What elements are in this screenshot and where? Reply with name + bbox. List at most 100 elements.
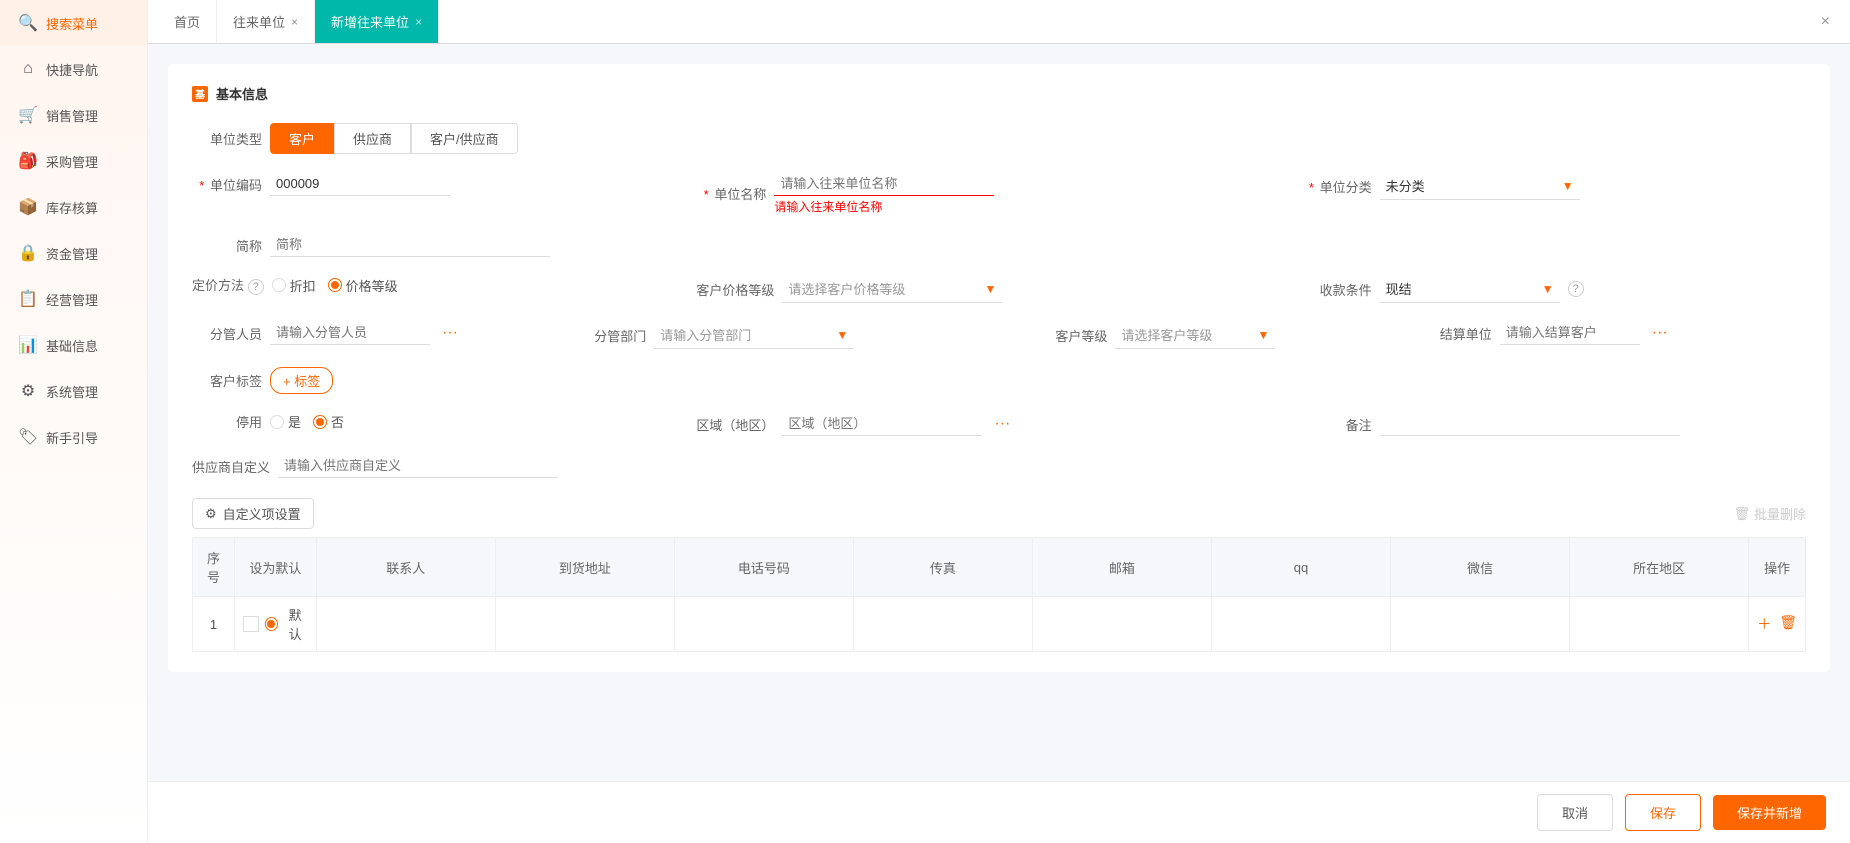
supplier-custom-input[interactable] (278, 454, 558, 478)
qq-input[interactable] (1220, 617, 1382, 632)
unit-code-label: * 单位编码 (192, 175, 262, 194)
pricing-radio-discount[interactable]: 折扣 (272, 276, 316, 295)
sidebar-item-stock[interactable]: 📦 库存核算 (0, 184, 147, 230)
settlement-input[interactable] (1500, 321, 1640, 345)
unit-name-input-group: 请输入往来单位名称 (774, 172, 994, 215)
row-region-input[interactable] (1578, 617, 1740, 632)
disable-radio-yes[interactable]: 是 (270, 412, 301, 431)
customer-level-select[interactable]: 请选择客户等级 ▼ (1115, 321, 1275, 349)
address-input[interactable] (504, 617, 666, 632)
supervisor-more-btn[interactable]: ··· (438, 324, 462, 342)
pricing-label: 定价方法 ? (192, 275, 264, 295)
default-checkbox[interactable] (243, 616, 259, 632)
settings-icon: ⚙ (205, 506, 217, 522)
remark-input[interactable] (1380, 412, 1680, 436)
default-radio[interactable]: 默认 (265, 605, 308, 643)
cell-fax[interactable] (853, 597, 1032, 652)
unit-name-label: * 单位名称 (696, 184, 766, 203)
sidebar-item-system[interactable]: ⚙ 系统管理 (0, 368, 147, 414)
customer-level-group: 客户等级 请选择客户等级 ▼ (1037, 321, 1421, 349)
supplier-custom-group: 供应商自定义 (192, 454, 1806, 478)
add-row-btn[interactable]: ＋ (1757, 614, 1771, 634)
sidebar-item-guide[interactable]: 🏷 新手引导 (0, 414, 147, 460)
cell-email[interactable] (1032, 597, 1211, 652)
supervisor-input[interactable] (270, 321, 430, 345)
region-input[interactable] (782, 412, 982, 436)
cell-address[interactable] (495, 597, 674, 652)
col-qq: qq (1211, 538, 1390, 597)
tab-partners[interactable]: 往来单位 × (217, 0, 315, 43)
pricing-radio-level[interactable]: 价格等级 (328, 276, 398, 295)
col-fax: 传真 (853, 538, 1032, 597)
disable-radio-no[interactable]: 否 (313, 412, 344, 431)
batch-delete-button[interactable]: 🗑 批量删除 (1733, 504, 1806, 523)
table-header-row: 序号 设为默认 联系人 到货地址 电话号码 传真 邮箱 qq 微信 所在地区 操… (193, 538, 1806, 597)
sidebar-item-quick-nav[interactable]: ⌂ 快捷导航 (0, 46, 147, 92)
close-new-partner-tab[interactable]: × (415, 15, 422, 29)
custom-settings-button[interactable]: ⚙ 自定义项设置 (192, 498, 314, 529)
payment-help-icon[interactable]: ? (1568, 281, 1584, 297)
cell-phone[interactable] (674, 597, 853, 652)
payment-terms-select[interactable]: 现结 ▼ (1380, 275, 1560, 303)
unit-type-customer-btn[interactable]: 客户 (270, 123, 334, 154)
unit-type-both-btn[interactable]: 客户/供应商 (411, 123, 518, 154)
region-group: 区域（地区） ··· (696, 412, 1301, 436)
close-partners-tab[interactable]: × (291, 15, 298, 29)
sidebar-item-basic[interactable]: 📊 基础信息 (0, 322, 147, 368)
pricing-help-icon[interactable]: ? (248, 279, 264, 295)
short-name-label: 简称 (192, 236, 262, 255)
region-more-btn[interactable]: ··· (990, 415, 1014, 433)
col-action: 操作 (1749, 538, 1806, 597)
tab-home[interactable]: 首页 (158, 0, 217, 43)
disable-radio-group: 是 否 (270, 412, 344, 431)
settlement-more-btn[interactable]: ··· (1648, 324, 1672, 342)
phone-input[interactable] (683, 617, 845, 632)
wechat-input[interactable] (1399, 617, 1561, 632)
add-tag-button[interactable]: + 标签 (270, 367, 333, 394)
sidebar-item-sales[interactable]: 🛒 销售管理 (0, 92, 147, 138)
sidebar-item-operation[interactable]: 📋 经营管理 (0, 276, 147, 322)
unit-category-select[interactable]: 未分类 ▼ (1380, 172, 1580, 200)
card-title-icon: 基 (192, 86, 208, 102)
short-name-row: 简称 (192, 233, 1806, 257)
pricing-radio-discount-circle (272, 278, 286, 292)
unit-name-input[interactable] (774, 172, 994, 196)
col-seq: 序号 (193, 538, 235, 597)
department-select[interactable]: 请输入分管部门 ▼ (654, 321, 854, 349)
customer-price-select[interactable]: 请选择客户价格等级 ▼ (782, 275, 1002, 303)
sidebar-item-purchase[interactable]: 🎒 采购管理 (0, 138, 147, 184)
bag-icon: 🎒 (18, 151, 38, 171)
save-and-new-button[interactable]: 保存并新增 (1713, 795, 1826, 830)
tags-group: 客户标签 + 标签 (192, 367, 1806, 394)
sidebar-item-search[interactable]: 🔍 搜索菜单 (0, 0, 147, 46)
email-input[interactable] (1041, 617, 1203, 632)
short-name-input[interactable] (270, 233, 550, 257)
clipboard-icon: 📋 (18, 289, 38, 309)
customer-price-arrow: ▼ (985, 282, 997, 296)
close-window-button[interactable]: × (1811, 13, 1840, 31)
settlement-label: 结算单位 (1422, 324, 1492, 343)
contact-input[interactable] (325, 617, 487, 632)
supplier-custom-label: 供应商自定义 (192, 457, 270, 476)
cell-wechat[interactable] (1391, 597, 1570, 652)
default-radio-circle (265, 617, 279, 631)
unit-type-supplier-btn[interactable]: 供应商 (334, 123, 411, 154)
tags-row: 客户标签 + 标签 (192, 367, 1806, 394)
delete-row-btn[interactable]: 🗑 (1779, 614, 1797, 634)
fax-input[interactable] (862, 617, 1024, 632)
cell-qq[interactable] (1211, 597, 1390, 652)
customer-price-group: 客户价格等级 请选择客户价格等级 ▼ (696, 275, 1301, 303)
cell-region[interactable] (1570, 597, 1749, 652)
unit-code-input[interactable] (270, 172, 450, 196)
sidebar-item-finance[interactable]: 🔒 资金管理 (0, 230, 147, 276)
settlement-group: 结算单位 ··· (1422, 321, 1806, 345)
save-button[interactable]: 保存 (1625, 794, 1701, 831)
cell-contact[interactable] (316, 597, 495, 652)
unit-name-group: * 单位名称 请输入往来单位名称 (696, 172, 1301, 215)
unit-type-label: 单位类型 (192, 129, 262, 148)
tab-new-partner[interactable]: 新增往来单位 × (315, 0, 439, 43)
unit-category-label: * 单位分类 (1302, 177, 1372, 196)
cancel-button[interactable]: 取消 (1537, 794, 1613, 831)
disable-label: 停用 (192, 412, 262, 431)
unit-category-group: * 单位分类 未分类 ▼ (1302, 172, 1806, 200)
